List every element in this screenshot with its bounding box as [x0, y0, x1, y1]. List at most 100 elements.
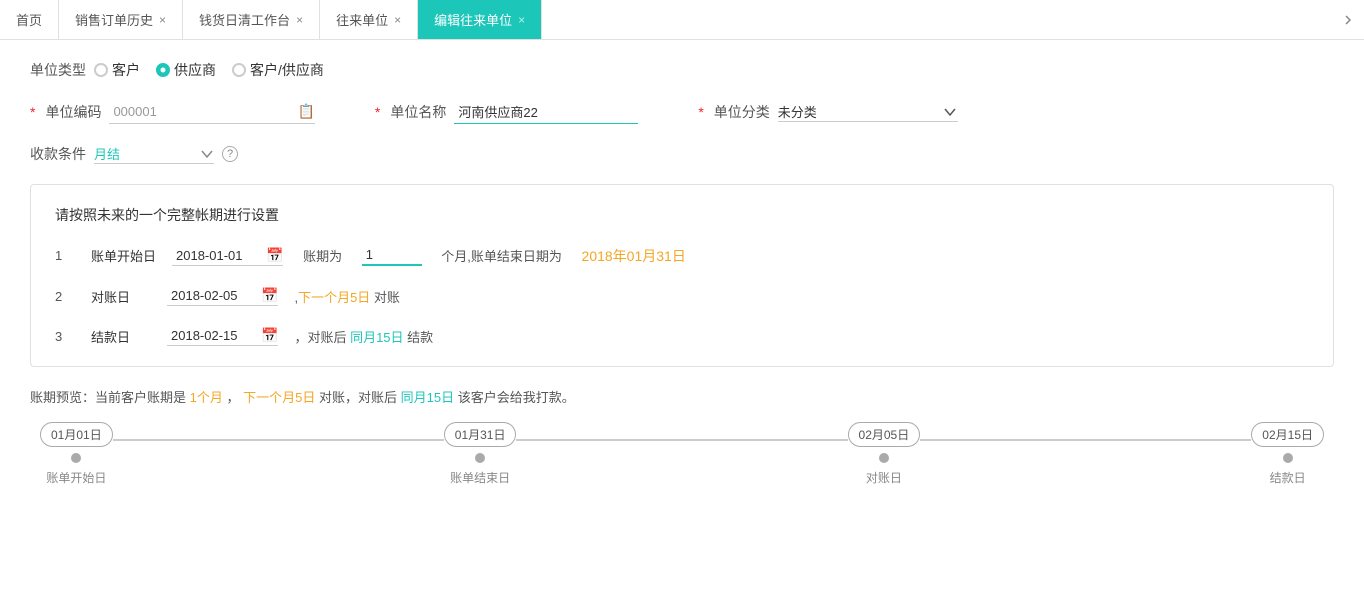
timeline-node-0: 01月01日 账单开始日	[40, 422, 113, 486]
unit-code-label: 单位编码	[45, 102, 101, 122]
radio-customer-supplier-label: 客户/供应商	[250, 60, 324, 80]
calendar-icon-2[interactable]: 📅	[261, 287, 278, 304]
timeline-line-2	[516, 439, 847, 441]
radio-customer-circle	[94, 63, 108, 77]
tab-sales-history[interactable]: 销售订单历史 ×	[59, 0, 183, 39]
payment-terms-group: 收款条件 月结 ?	[30, 144, 238, 164]
tab-bar: 首页 销售订单历史 × 钱货日清工作台 × 往来单位 × 编辑往来单位 ×	[0, 0, 1364, 40]
radio-customer-label: 客户	[112, 60, 140, 80]
timeline-line-1	[113, 439, 444, 441]
timeline-badge-2: 02月05日	[848, 422, 921, 447]
tab-cash-ledger-label: 钱货日清工作台	[199, 10, 290, 29]
period-months-label: 个月,账单结束日期为	[438, 246, 566, 265]
timeline-line-3	[920, 439, 1251, 441]
period-row-1: 1 账单开始日 📅 账期为 个月,账单结束日期为 2018年01月31日	[55, 245, 1309, 266]
timeline-node-2: 02月05日 对账日	[848, 422, 921, 486]
period-desc-2: ,下一个月5日 对账	[294, 287, 399, 306]
unit-code-input[interactable]	[109, 100, 293, 123]
tab-home-label: 首页	[16, 10, 42, 29]
timeline-badge-1: 01月31日	[444, 422, 517, 447]
period-date-field-1: 📅	[172, 246, 283, 266]
unit-code-star: *	[30, 104, 35, 120]
unit-category-star: *	[698, 104, 703, 120]
period-desc-3: ，对账后 同月15日 结款	[294, 327, 433, 346]
timeline-label-1: 账单结束日	[450, 469, 510, 486]
unit-type-row: 单位类型 客户 供应商 客户/供应商	[30, 60, 1334, 80]
preview-part1: 1个月	[190, 390, 223, 405]
timeline-badge-3: 02月15日	[1251, 422, 1324, 447]
unit-name-input[interactable]	[454, 100, 638, 124]
main-content: 单位类型 客户 供应商 客户/供应商 * 单位编码	[0, 40, 1364, 608]
unit-type-group: 单位类型 客户 供应商 客户/供应商	[30, 60, 324, 80]
preview-part3: 同月15日	[401, 390, 454, 405]
period-highlight-3: 同月15日	[350, 330, 403, 345]
period-label-3: 结款日	[91, 327, 151, 346]
period-num-3: 3	[55, 329, 75, 344]
unit-category-group: * 单位分类 未分类	[698, 102, 957, 122]
period-date-input-3[interactable]	[167, 326, 257, 345]
unit-type-label: 单位类型	[30, 60, 86, 80]
help-icon[interactable]: ?	[222, 146, 238, 162]
radio-customer[interactable]: 客户	[94, 60, 140, 80]
period-date-field-3: 📅	[167, 326, 278, 346]
unit-name-star: *	[375, 104, 380, 120]
preview-sep1: ，	[227, 390, 240, 405]
unit-name-label: 单位名称	[390, 102, 446, 122]
payment-terms-label: 收款条件	[30, 144, 86, 164]
payment-terms-value: 月结	[94, 144, 196, 163]
period-box-title: 请按照未来的一个完整帐期进行设置	[55, 205, 1309, 225]
preview-section: 账期预览：当前客户账期是 1个月 ， 下一个月5日 对账，对账后 同月15日 该…	[30, 387, 1334, 486]
payment-terms-arrow-icon	[200, 147, 214, 161]
tab-cash-ledger-close[interactable]: ×	[296, 13, 303, 27]
radio-supplier-circle	[156, 63, 170, 77]
payment-terms-dropdown[interactable]: 月结	[94, 144, 214, 164]
period-suffix-prefix-1: 账期为	[299, 246, 345, 265]
tab-edit-contacts-label: 编辑往来单位	[434, 10, 512, 29]
unit-code-group: * 单位编码 📋	[30, 100, 315, 124]
category-dropdown-arrow-icon	[942, 104, 958, 120]
period-date-input-2[interactable]	[167, 286, 257, 305]
period-months-input[interactable]	[362, 245, 422, 266]
period-date-field-2: 📅	[167, 286, 278, 306]
period-label-2: 对账日	[91, 287, 151, 306]
timeline-dot-3	[1283, 453, 1293, 463]
period-date-input-1[interactable]	[172, 246, 262, 265]
period-num-2: 2	[55, 289, 75, 304]
unit-name-group: * 单位名称	[375, 100, 638, 124]
preview-sep2: 对账，对账后	[319, 390, 397, 405]
radio-customer-supplier-circle	[232, 63, 246, 77]
tab-contacts-close[interactable]: ×	[394, 13, 401, 27]
tab-contacts[interactable]: 往来单位 ×	[320, 0, 418, 39]
timeline-label-0: 账单开始日	[46, 469, 106, 486]
tab-cash-ledger[interactable]: 钱货日清工作台 ×	[183, 0, 320, 39]
timeline-dot-0	[71, 453, 81, 463]
unit-code-copy-icon[interactable]: 📋	[297, 103, 314, 120]
tab-chevron-button[interactable]	[1332, 0, 1364, 39]
radio-customer-supplier[interactable]: 客户/供应商	[232, 60, 324, 80]
unit-category-label: 单位分类	[714, 102, 770, 122]
radio-supplier[interactable]: 供应商	[156, 60, 216, 80]
tab-sales-history-label: 销售订单历史	[75, 10, 153, 29]
timeline: 01月01日 账单开始日 01月31日 账单结束日 02月05日 对账日	[30, 422, 1334, 486]
timeline-node-1: 01月31日 账单结束日	[444, 422, 517, 486]
period-label-1: 账单开始日	[91, 246, 156, 265]
unit-info-row: * 单位编码 📋 * 单位名称 * 单位分类 未分类	[30, 100, 1334, 124]
unit-code-input-wrapper: 📋	[109, 100, 314, 124]
unit-category-value: 未分类	[778, 102, 938, 121]
period-highlight-2: 下一个月5日	[298, 290, 370, 305]
calendar-icon-1[interactable]: 📅	[266, 247, 283, 264]
tab-contacts-label: 往来单位	[336, 10, 388, 29]
unit-category-dropdown[interactable]: 未分类	[778, 102, 958, 122]
radio-supplier-label: 供应商	[174, 60, 216, 80]
timeline-badge-0: 01月01日	[40, 422, 113, 447]
tab-home[interactable]: 首页	[0, 0, 59, 39]
payment-terms-row: 收款条件 月结 ?	[30, 144, 1334, 164]
tab-edit-contacts[interactable]: 编辑往来单位 ×	[418, 0, 542, 39]
tab-sales-history-close[interactable]: ×	[159, 13, 166, 27]
period-settings-box: 请按照未来的一个完整帐期进行设置 1 账单开始日 📅 账期为 个月,账单结束日期…	[30, 184, 1334, 367]
chevron-right-icon	[1342, 14, 1354, 26]
tab-edit-contacts-close[interactable]: ×	[518, 13, 525, 27]
period-num-1: 1	[55, 248, 75, 263]
timeline-label-2: 对账日	[866, 469, 902, 486]
calendar-icon-3[interactable]: 📅	[261, 327, 278, 344]
